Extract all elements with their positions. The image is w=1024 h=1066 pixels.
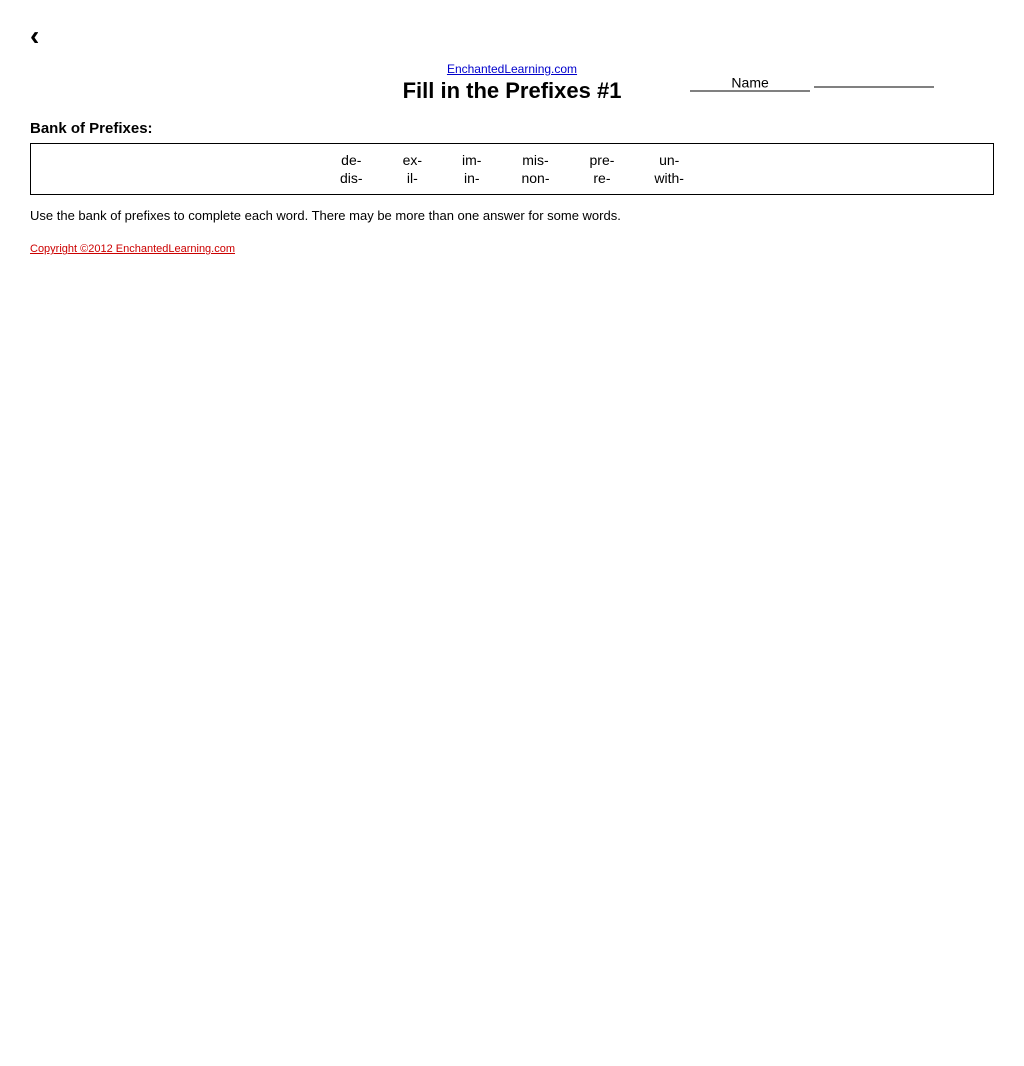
name-field: Name bbox=[690, 75, 934, 92]
prefix-item: pre- bbox=[590, 152, 615, 168]
prefix-column: pre-re- bbox=[590, 152, 615, 186]
copyright: Copyright ©2012 EnchantedLearning.com bbox=[30, 243, 994, 255]
name-underline bbox=[814, 87, 934, 88]
instruction-text: Use the bank of prefixes to complete eac… bbox=[30, 207, 994, 225]
prefix-item: mis- bbox=[522, 152, 548, 168]
prefix-item: with- bbox=[654, 170, 684, 186]
prefix-item: re- bbox=[593, 170, 610, 186]
bank-label: Bank of Prefixes: bbox=[30, 120, 994, 137]
prefix-item: in- bbox=[464, 170, 480, 186]
prefix-column: ex-il- bbox=[403, 152, 422, 186]
prefix-item: ex- bbox=[403, 152, 422, 168]
prefix-item: un- bbox=[659, 152, 679, 168]
prefix-column: im-in- bbox=[462, 152, 481, 186]
prefix-column: un-with- bbox=[654, 152, 684, 186]
header-area: EnchantedLearning.com Fill in the Prefix… bbox=[30, 62, 994, 104]
prefix-item: de- bbox=[341, 152, 361, 168]
prefix-item: il- bbox=[407, 170, 418, 186]
prefix-item: im- bbox=[462, 152, 481, 168]
prefix-column: de-dis- bbox=[340, 152, 363, 186]
back-arrow[interactable]: ‹ bbox=[30, 20, 39, 52]
prefix-item: non- bbox=[521, 170, 549, 186]
prefix-item: dis- bbox=[340, 170, 363, 186]
prefix-column: mis-non- bbox=[521, 152, 549, 186]
prefix-bank: de-dis-ex-il-im-in-mis-non-pre-re-un-wit… bbox=[30, 143, 994, 195]
name-label: Name bbox=[690, 75, 810, 92]
